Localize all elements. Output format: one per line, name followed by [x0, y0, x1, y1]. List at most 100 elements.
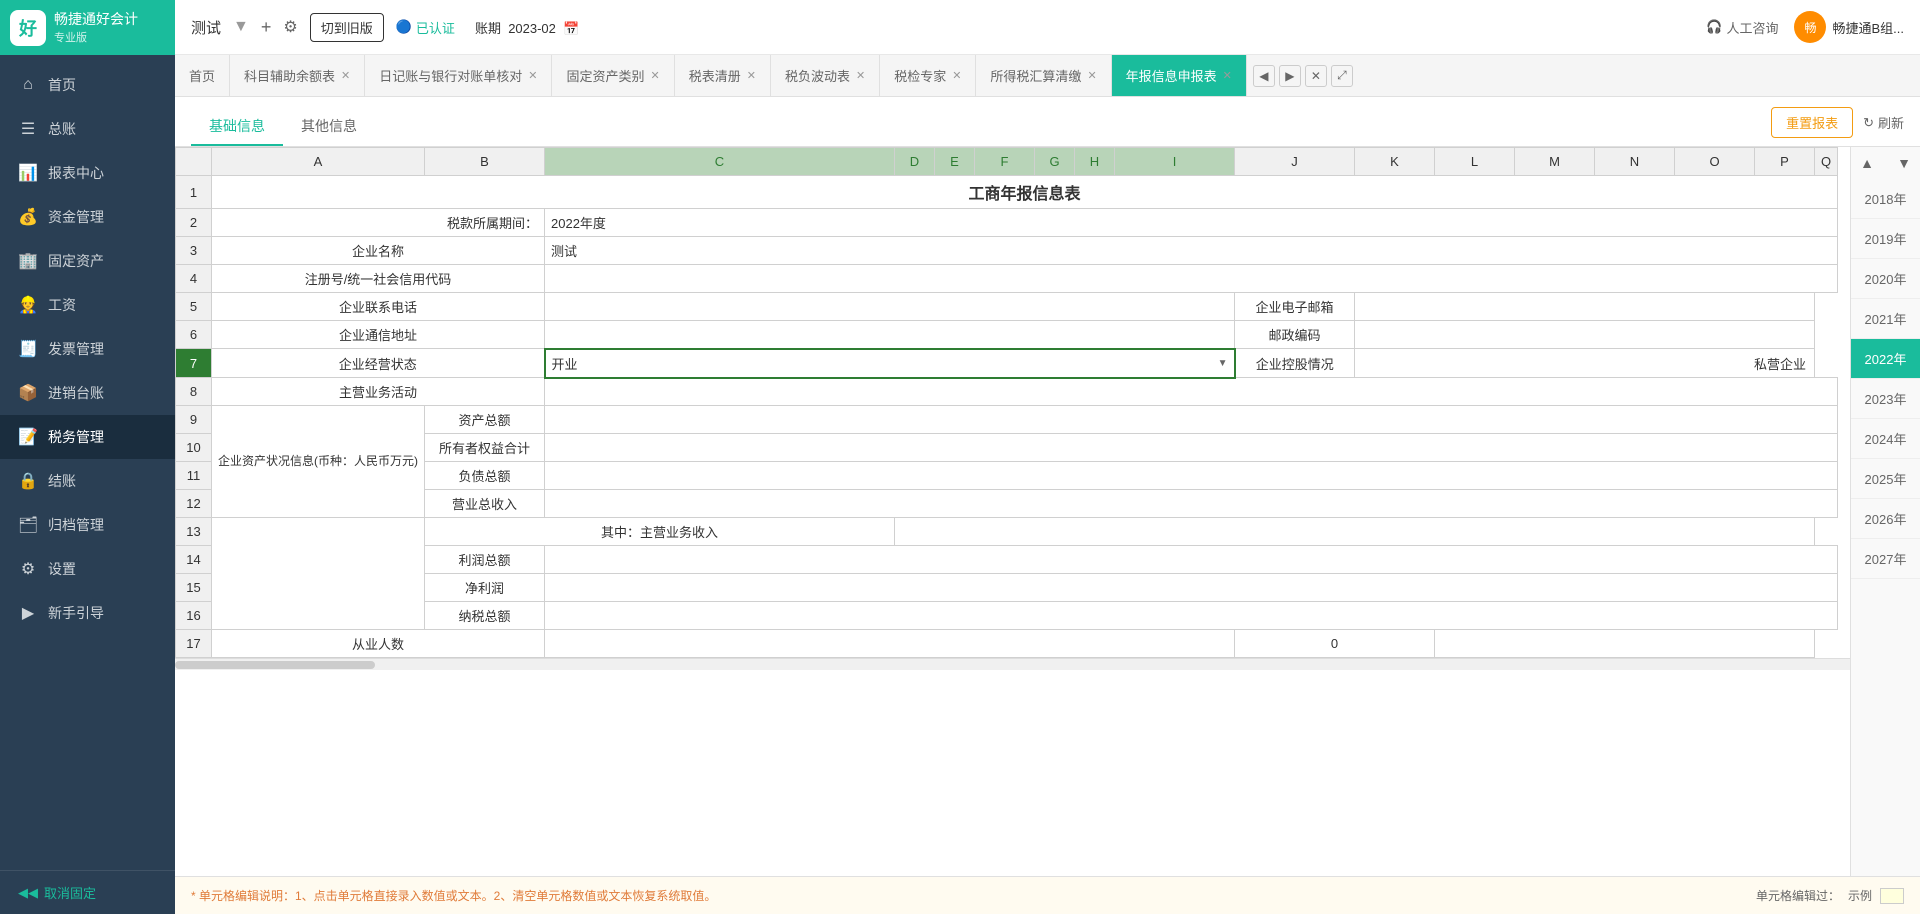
cell-tax-total-label: 纳税总额 [425, 602, 545, 630]
tab-close-icon[interactable]: ✕ [952, 69, 961, 82]
tab-fixed-assets[interactable]: 固定资产类别 ✕ [552, 55, 674, 96]
sidebar-item-home[interactable]: ⌂ 首页 [0, 63, 175, 107]
year-item-2020[interactable]: 2020年 [1851, 259, 1920, 299]
cell-employees-value3[interactable] [1435, 630, 1815, 658]
cell-postal-value[interactable] [1355, 321, 1815, 349]
cell-email-value[interactable] [1355, 293, 1815, 321]
tab-close-icon[interactable]: ✕ [856, 69, 865, 82]
year-item-2027[interactable]: 2027年 [1851, 539, 1920, 579]
year-item-2021[interactable]: 2021年 [1851, 299, 1920, 339]
cell-reg-no-label: 注册号/统一社会信用代码 [212, 265, 545, 293]
cell-company-name-value[interactable]: 测试 [545, 237, 1838, 265]
cell-employees-value1[interactable] [545, 630, 1235, 658]
spreadsheet-main[interactable]: A B C D E F G H I J K L M [175, 147, 1850, 876]
tab-close-icon[interactable]: ✕ [651, 69, 660, 82]
subtab-other[interactable]: 其他信息 [283, 108, 375, 146]
year-item-2025[interactable]: 2025年 [1851, 459, 1920, 499]
cell-title[interactable]: 工商年报信息表 [212, 176, 1838, 209]
cell-status-value[interactable]: 开业 ▼ [545, 349, 1235, 378]
verified-icon: 🔵 [396, 19, 412, 35]
tab-aux-balance[interactable]: 科目辅助余额表 ✕ [230, 55, 365, 96]
tab-close-icon[interactable]: ✕ [747, 69, 756, 82]
topbar-dropdown-arrow[interactable]: ▼ [233, 18, 249, 36]
sidebar-item-close[interactable]: 🔒 结账 [0, 459, 175, 503]
sidebar-item-settings[interactable]: ⚙ 设置 [0, 547, 175, 591]
tab-close-icon[interactable]: ✕ [341, 69, 350, 82]
cell-reg-no-value[interactable] [545, 265, 1838, 293]
sidebar-item-capital[interactable]: 💰 资金管理 [0, 195, 175, 239]
tab-label: 税表清册 [689, 66, 741, 85]
topbar-add-button[interactable]: + [261, 17, 272, 38]
tab-close-all-button[interactable]: ✕ [1305, 65, 1327, 87]
tab-close-icon[interactable]: ✕ [1087, 69, 1096, 82]
cell-biz-activity-value[interactable] [545, 378, 1838, 406]
row-num: 3 [176, 237, 212, 265]
cell-net-profit-value[interactable] [545, 574, 1838, 602]
year-down-button[interactable]: ▼ [1892, 151, 1916, 175]
sidebar-item-archive[interactable]: 🗂 归档管理 [0, 503, 175, 547]
sidebar-item-purchase[interactable]: 📦 进销台账 [0, 371, 175, 415]
topbar-settings-icon[interactable]: ⚙ [283, 17, 297, 37]
sidebar-item-label: 总账 [48, 119, 76, 139]
sidebar-unpin[interactable]: ◀◀ 取消固定 [0, 870, 175, 914]
cell-total-assets-value[interactable] [545, 406, 1838, 434]
cell-holding-label: 企业控股情况 [1235, 349, 1355, 378]
cell-main-revenue-value[interactable] [895, 518, 1815, 546]
tab-income-tax[interactable]: 所得税汇算清缴 ✕ [976, 55, 1111, 96]
col-header-B: B [425, 148, 545, 176]
cell-holding-value[interactable]: 私营企业 [1355, 349, 1815, 378]
cell-employees-value2[interactable]: 0 [1235, 630, 1435, 658]
tab-tax-return[interactable]: 税表清册 ✕ [675, 55, 771, 96]
row-num: 4 [176, 265, 212, 293]
tab-close-icon[interactable]: ✕ [528, 69, 537, 82]
cell-liab-value[interactable] [545, 462, 1838, 490]
year-item-2026[interactable]: 2026年 [1851, 499, 1920, 539]
sidebar-item-ledger[interactable]: ☰ 总账 [0, 107, 175, 151]
tab-tax-expert[interactable]: 税检专家 ✕ [880, 55, 976, 96]
horizontal-scrollbar[interactable] [175, 658, 1850, 670]
col-header-F: F [975, 148, 1035, 176]
sidebar-item-assets[interactable]: 🏢 固定资产 [0, 239, 175, 283]
year-item-2018[interactable]: 2018年 [1851, 179, 1920, 219]
row-num: 11 [176, 462, 212, 490]
year-item-2023[interactable]: 2023年 [1851, 379, 1920, 419]
reset-button[interactable]: 重置报表 [1771, 107, 1853, 138]
col-header-K: K [1355, 148, 1435, 176]
year-up-button[interactable]: ▲ [1855, 151, 1879, 175]
tab-journal-bank[interactable]: 日记账与银行对账单核对 ✕ [365, 55, 552, 96]
cell-profit-value[interactable] [545, 546, 1838, 574]
sidebar-item-tax[interactable]: 📝 税务管理 [0, 415, 175, 459]
cell-equity-value[interactable] [545, 434, 1838, 462]
tab-next-button[interactable]: ▶ [1279, 65, 1301, 87]
tab-prev-button[interactable]: ◀ [1253, 65, 1275, 87]
refresh-button[interactable]: ↻ 刷新 [1863, 113, 1904, 132]
year-item-2019[interactable]: 2019年 [1851, 219, 1920, 259]
tab-annual-report[interactable]: 年报信息申报表 ✕ [1112, 55, 1247, 96]
table-row: 5 企业联系电话 企业电子邮箱 [176, 293, 1838, 321]
cell-address-value[interactable] [545, 321, 1235, 349]
sidebar-item-guide[interactable]: ▶ 新手引导 [0, 591, 175, 635]
home-icon: ⌂ [18, 76, 38, 94]
sidebar-item-wages[interactable]: 👷 工资 [0, 283, 175, 327]
cell-company-name-label: 企业名称 [212, 237, 545, 265]
year-item-2022[interactable]: 2022年 [1851, 339, 1920, 379]
cell-total-revenue-value[interactable] [545, 490, 1838, 518]
tab-home[interactable]: 首页 [175, 55, 230, 96]
tab-expand-button[interactable]: ⤢ [1331, 65, 1353, 87]
cell-phone-value[interactable] [545, 293, 1235, 321]
switch-version-button[interactable]: 切到旧版 [310, 13, 384, 42]
consult-button[interactable]: 🎧 人工咨询 [1706, 18, 1778, 37]
assets-icon: 🏢 [18, 251, 38, 271]
tab-close-icon[interactable]: ✕ [1223, 69, 1232, 82]
sidebar-item-invoice[interactable]: 🧾 发票管理 [0, 327, 175, 371]
cell-liab-label: 负债总额 [425, 462, 545, 490]
sidebar-item-report[interactable]: 📊 报表中心 [0, 151, 175, 195]
subtab-actions: 重置报表 ↻ 刷新 [1771, 107, 1904, 146]
year-item-2024[interactable]: 2024年 [1851, 419, 1920, 459]
sidebar-item-label: 工资 [48, 295, 76, 315]
cell-period-value[interactable]: 2022年度 [545, 209, 1838, 237]
cell-tax-total-value[interactable] [545, 602, 1838, 630]
subtab-basic[interactable]: 基础信息 [191, 108, 283, 146]
tab-tax-wave[interactable]: 税负波动表 ✕ [771, 55, 880, 96]
user-menu[interactable]: 畅 畅捷通B组... [1794, 11, 1904, 43]
